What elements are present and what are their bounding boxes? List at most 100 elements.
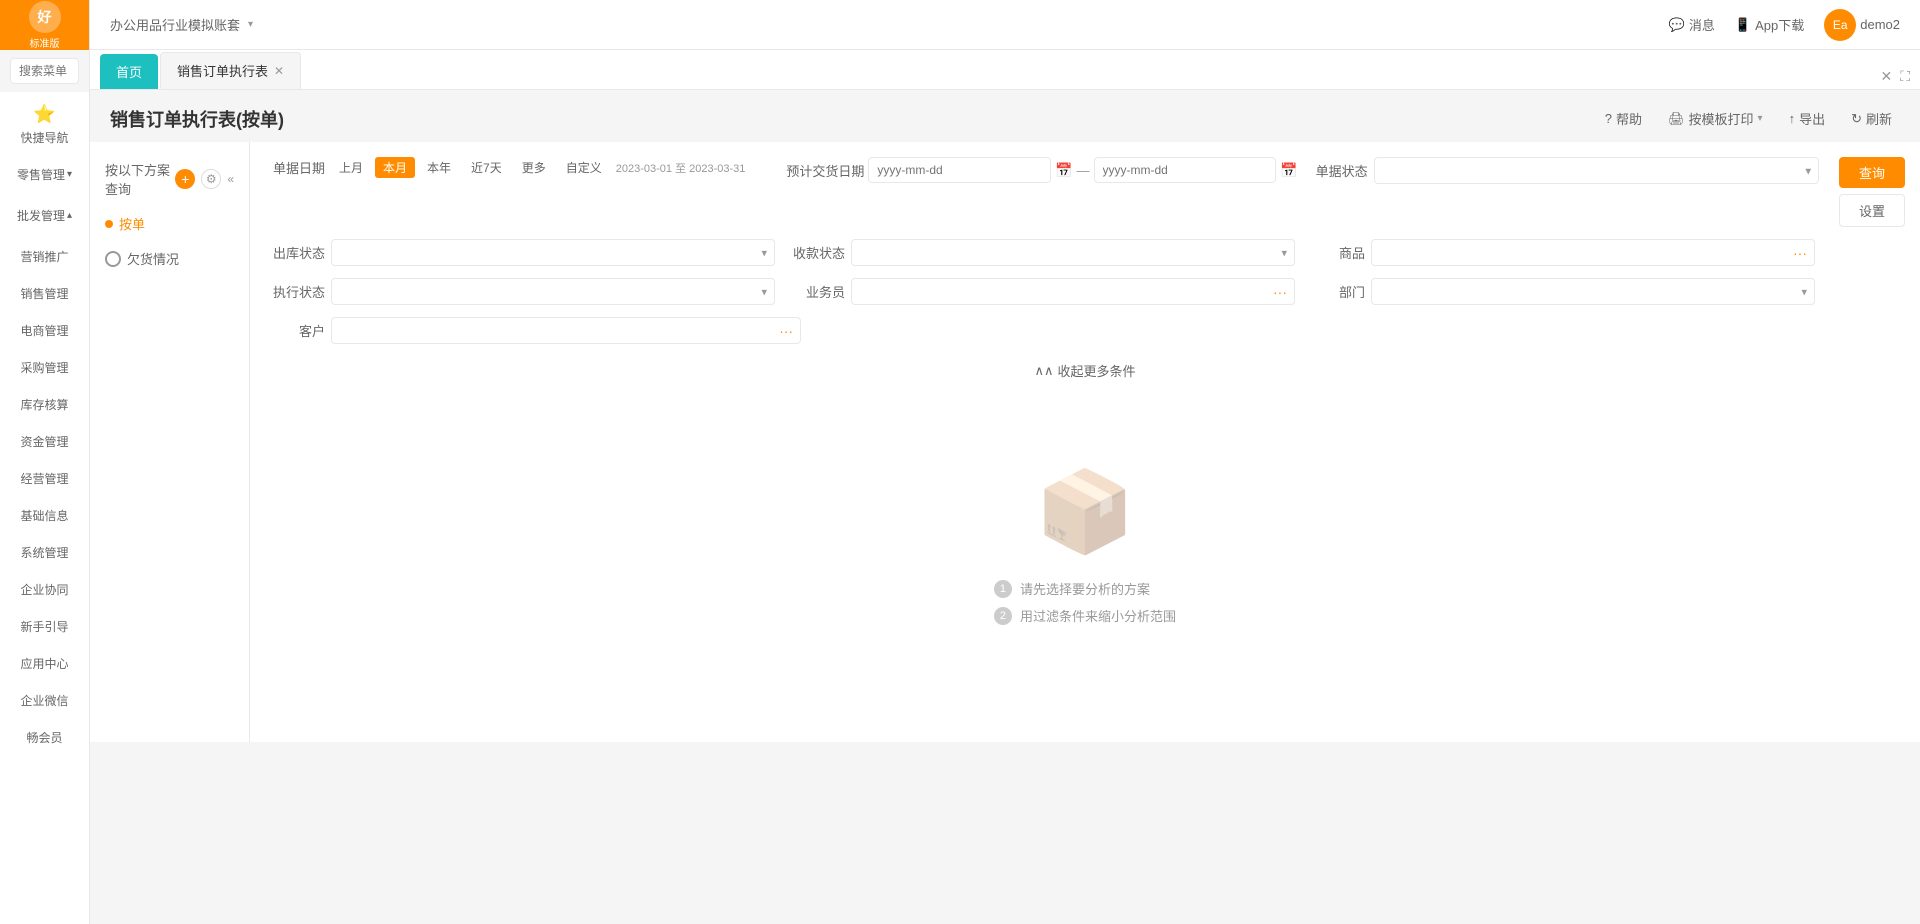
sales-label: 销售管理 (20, 285, 68, 302)
collection-status-input[interactable] (851, 239, 1295, 266)
date-tab-custom[interactable]: 自定义 (558, 157, 610, 178)
print-btn[interactable]: 🖨 按模板打印 ▾ (1660, 105, 1771, 132)
sidebar-item-guide[interactable]: 新手引导 (0, 606, 89, 643)
window-maximize-btn[interactable]: ⛶ (1900, 68, 1910, 85)
calendar-to-icon[interactable]: 📅 (1280, 162, 1297, 179)
sidebar-item-finance[interactable]: 资金管理 (0, 421, 89, 458)
export-btn[interactable]: ↑ 导出 (1781, 105, 1834, 132)
goods-filter: 商品 ··· (1305, 239, 1815, 266)
shortage-label: 欠货情况 (127, 249, 179, 268)
circle-icon (105, 251, 121, 267)
collection-status-wrapper: ▾ (851, 239, 1295, 266)
search-menu-input[interactable] (10, 58, 79, 84)
left-sidebar-panel: 按以下方案查询 + ⚙ « 按单 欠货情况 (90, 142, 250, 742)
salesperson-dots-icon[interactable]: ··· (1273, 284, 1287, 300)
goods-wrapper: ··· (1371, 239, 1815, 266)
sidebar-settings-btn[interactable]: ⚙ (201, 169, 221, 189)
dept-input[interactable] (1371, 278, 1815, 305)
sidebar-item-sales[interactable]: 销售管理 (0, 273, 89, 310)
sidebar-item-basic[interactable]: 基础信息 (0, 495, 89, 532)
salesperson-wrapper: ··· (851, 278, 1295, 305)
left-sidebar-header: 按以下方案查询 + ⚙ « (90, 152, 249, 206)
salesperson-input[interactable] (851, 278, 1295, 305)
filter-row-4: 客户 ··· (265, 317, 1905, 344)
page-title: 销售订单执行表(按单) (110, 106, 284, 132)
tab-sales-exec[interactable]: 销售订单执行表 ✕ (160, 52, 301, 89)
date-tab-more[interactable]: 更多 (514, 157, 554, 178)
help-label: 帮助 (1616, 109, 1642, 128)
refresh-btn[interactable]: ↻ 刷新 (1843, 105, 1900, 132)
logo-text: 标准版 (30, 35, 60, 50)
help-btn[interactable]: ? 帮助 (1597, 105, 1650, 132)
date-filter-group: 单据日期 上月 本月 本年 近7天 更多 自定义 2023-03-01 至 20… (265, 157, 776, 178)
print-dropdown-icon[interactable]: ▾ (1758, 113, 1763, 124)
basic-label: 基础信息 (20, 507, 68, 524)
system-label: 系统管理 (20, 544, 68, 561)
date-from-input[interactable] (868, 157, 1051, 183)
calendar-from-icon[interactable]: 📅 (1055, 162, 1072, 179)
collapse-row[interactable]: ∧∧ 收起更多条件 (265, 356, 1905, 385)
goods-label: 商品 (1305, 243, 1365, 262)
finance-label: 资金管理 (20, 433, 68, 450)
sidebar-item-ecommerce[interactable]: 电商管理 (0, 310, 89, 347)
sidebar-item-quick-nav[interactable]: ⭐ 快捷导航 (0, 92, 89, 154)
sidebar-item-operations[interactable]: 经营管理 (0, 458, 89, 495)
empty-state: 📦 1 请先选择要分析的方案 2 用过滤条件来缩小分析范围 (265, 385, 1905, 713)
tab-close-btn[interactable]: ✕ (274, 65, 284, 77)
main-area: 办公用品行业模拟账套 ▾ 💬 消息 📱 App下载 Ea demo2 首页 (90, 0, 1920, 924)
date-tab-last-7[interactable]: 近7天 (463, 157, 510, 178)
customer-dots-icon[interactable]: ··· (779, 323, 793, 339)
sidebar-item-shortage[interactable]: 欠货情况 (90, 241, 249, 276)
star-icon: ⭐ (33, 104, 55, 125)
app-download-btn[interactable]: 📱 App下载 (1735, 15, 1804, 34)
exec-status-wrapper: ▾ (331, 278, 775, 305)
date-label: 单据日期 (265, 158, 325, 177)
date-range-text: 2023-03-01 至 2023-03-31 (616, 160, 746, 176)
sidebar-item-by-order[interactable]: 按单 (90, 206, 249, 241)
date-tab-this-month[interactable]: 本月 (375, 157, 415, 178)
logo-area[interactable]: 好 标准版 (0, 0, 89, 50)
sidebar-item-appstore[interactable]: 应用中心 (0, 643, 89, 680)
reset-btn[interactable]: 设置 (1839, 194, 1905, 227)
sidebar-item-wholesale[interactable]: 批发管理 ▴ (0, 195, 89, 236)
customer-input[interactable] (331, 317, 801, 344)
exec-status-filter: 执行状态 ▾ (265, 278, 775, 305)
enterprise-label: 企业协同 (20, 581, 68, 598)
date-tab-last-month[interactable]: 上月 (331, 157, 371, 178)
sidebar-add-btn[interactable]: + (175, 169, 195, 189)
sidebar-item-purchase[interactable]: 采购管理 (0, 347, 89, 384)
sidebar-item-retail[interactable]: 零售管理 ▾ (0, 154, 89, 195)
sidebar-item-system[interactable]: 系统管理 (0, 532, 89, 569)
search-btn[interactable]: 查询 (1839, 157, 1905, 188)
collapse-arrow-icon: ∧∧ (1034, 363, 1053, 379)
message-btn[interactable]: 💬 消息 (1669, 15, 1715, 34)
filter-row-2: 出库状态 ▾ 收款状态 ▾ 商品 (265, 239, 1905, 266)
out-status-input[interactable] (331, 239, 775, 266)
download-icon: 📱 (1735, 17, 1751, 33)
sidebar-item-enterprise[interactable]: 企业协同 (0, 569, 89, 606)
date-to-input[interactable] (1094, 157, 1277, 183)
sidebar-item-wechat[interactable]: 企业微信 (0, 680, 89, 717)
date-separator: — (1077, 163, 1090, 178)
tab-home[interactable]: 首页 (100, 54, 158, 89)
step-num-2: 2 (994, 607, 1012, 625)
user-area[interactable]: Ea demo2 (1824, 9, 1900, 41)
status-select-wrapper: ▾ (1374, 157, 1819, 184)
goods-dots-icon[interactable]: ··· (1793, 245, 1807, 261)
exec-status-input[interactable] (331, 278, 775, 305)
app-title-area: 办公用品行业模拟账套 ▾ (110, 15, 253, 34)
date-tab-this-year[interactable]: 本年 (419, 157, 459, 178)
status-input[interactable] (1374, 157, 1819, 184)
title-dropdown-icon[interactable]: ▾ (248, 19, 253, 30)
wechat-label: 企业微信 (20, 692, 68, 709)
sidebar-item-member[interactable]: 畅会员 (0, 717, 89, 754)
dept-filter: 部门 ▾ (1305, 278, 1815, 305)
inventory-label: 库存核算 (20, 396, 68, 413)
active-dot-icon (105, 220, 113, 228)
username: demo2 (1860, 17, 1900, 32)
goods-input[interactable] (1371, 239, 1815, 266)
sidebar-item-inventory[interactable]: 库存核算 (0, 384, 89, 421)
sidebar-item-marketing[interactable]: 营销推广 (0, 236, 89, 273)
sidebar-collapse-btn[interactable]: « (227, 172, 234, 186)
window-minimize-btn[interactable]: ✕ (1880, 68, 1892, 85)
